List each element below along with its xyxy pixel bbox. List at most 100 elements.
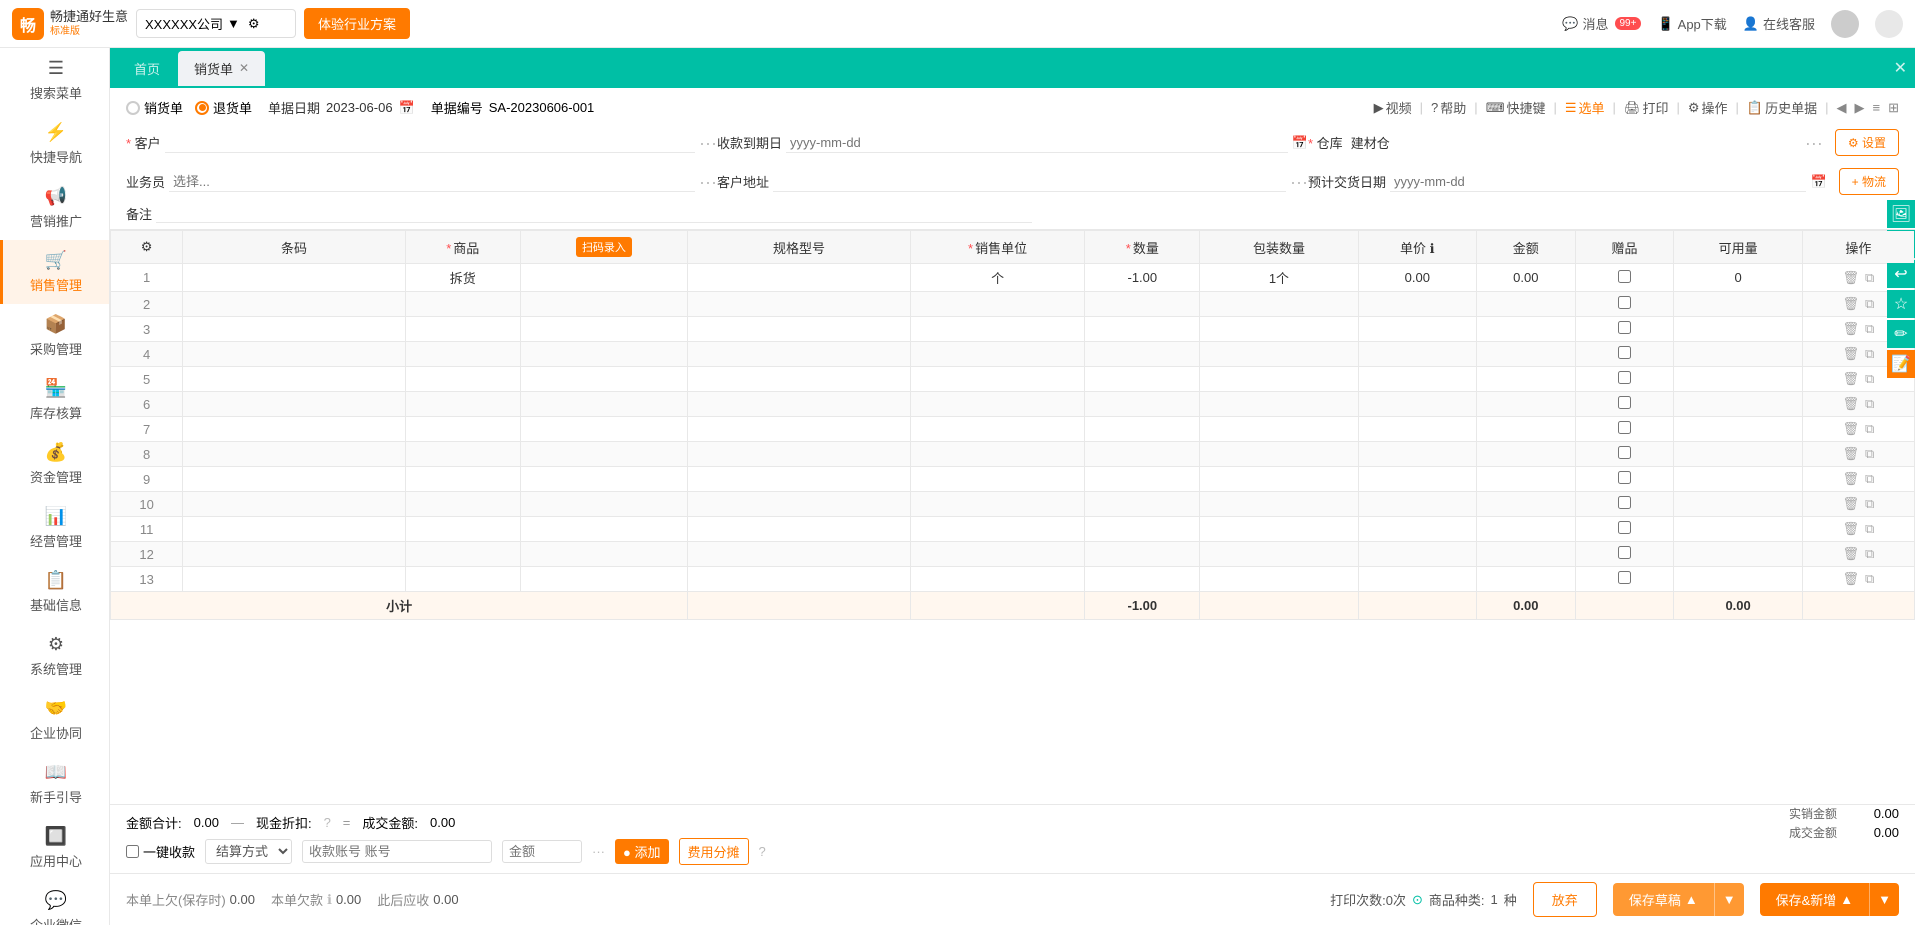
sidebar-item-quicknav[interactable]: ⚡ 快捷导航 bbox=[0, 112, 109, 176]
copy-icon-10[interactable]: ⧉ bbox=[1865, 521, 1874, 537]
copy-icon-9[interactable]: ⧉ bbox=[1865, 496, 1874, 512]
tab-close-icon[interactable]: ✕ bbox=[239, 61, 249, 75]
app-download-button[interactable]: 📱 App下载 bbox=[1657, 14, 1726, 33]
delete-icon-12[interactable]: 🗑 bbox=[1843, 571, 1860, 587]
delete-icon-3[interactable]: 🗑 bbox=[1843, 346, 1860, 362]
company-selector[interactable]: XXXXXX公司 ▼ ⚙ bbox=[136, 9, 296, 38]
cell-gift-5[interactable] bbox=[1575, 392, 1674, 417]
save-new-button[interactable]: 保存&新增 ▲ bbox=[1760, 883, 1870, 916]
cell-barcode-3[interactable] bbox=[183, 342, 406, 367]
cell-barcode-2[interactable] bbox=[183, 317, 406, 342]
cell-barcode-8[interactable] bbox=[183, 467, 406, 492]
expense-split-button[interactable]: 费用分摊 bbox=[679, 838, 749, 865]
radio-sales-order[interactable]: 销货单 bbox=[126, 98, 183, 117]
cell-spec-3[interactable] bbox=[688, 342, 911, 367]
addr-dots-btn[interactable]: ··· bbox=[1290, 173, 1308, 191]
online-service-button[interactable]: 👤 在线客服 bbox=[1743, 14, 1815, 33]
cell-gift-8[interactable] bbox=[1575, 467, 1674, 492]
copy-icon-1[interactable]: ⧉ bbox=[1865, 296, 1874, 312]
float-item-6[interactable]: 📝 bbox=[1887, 350, 1915, 378]
one-click-checkbox[interactable] bbox=[126, 845, 139, 858]
delete-icon-7[interactable]: 🗑 bbox=[1843, 446, 1860, 462]
cell-barcode-7[interactable] bbox=[183, 442, 406, 467]
cell-spec-8[interactable] bbox=[688, 467, 911, 492]
history-btn[interactable]: 📋 历史单据 bbox=[1747, 98, 1817, 117]
customer-input[interactable] bbox=[165, 133, 695, 153]
print-btn[interactable]: 🖨 打印 bbox=[1624, 98, 1669, 117]
cell-barcode-1[interactable] bbox=[183, 292, 406, 317]
cell-gift-9[interactable] bbox=[1575, 492, 1674, 517]
save-draft-button[interactable]: 保存草稿 ▲ bbox=[1613, 883, 1714, 916]
float-item-5[interactable]: ✏ bbox=[1887, 320, 1915, 348]
amount-input[interactable] bbox=[502, 840, 582, 863]
sidebar-item-sales[interactable]: 🛒 销售管理 bbox=[0, 240, 109, 304]
radio-return-order[interactable]: 退货单 bbox=[195, 98, 252, 117]
cell-gift-7[interactable] bbox=[1575, 442, 1674, 467]
sidebar-item-operations[interactable]: 📊 经营管理 bbox=[0, 496, 109, 560]
customer-dots-btn[interactable]: ··· bbox=[699, 134, 717, 152]
sidebar-item-marketing[interactable]: 📢 营销推广 bbox=[0, 176, 109, 240]
avatar[interactable] bbox=[1831, 10, 1859, 38]
copy-icon-6[interactable]: ⧉ bbox=[1865, 421, 1874, 437]
sidebar-item-enterprise[interactable]: 🤝 企业协同 bbox=[0, 688, 109, 752]
cell-gift-11[interactable] bbox=[1575, 542, 1674, 567]
cell-gift-2[interactable] bbox=[1575, 317, 1674, 342]
select-order-btn[interactable]: ☰ 选单 bbox=[1565, 98, 1605, 117]
cell-barcode-5[interactable] bbox=[183, 392, 406, 417]
calc-method-select[interactable]: 结算方式 bbox=[205, 839, 292, 864]
salesman-input[interactable] bbox=[169, 172, 695, 192]
save-new-dropdown[interactable]: ▼ bbox=[1869, 883, 1899, 916]
cell-gift-12[interactable] bbox=[1575, 567, 1674, 592]
cell-gift-1[interactable] bbox=[1575, 292, 1674, 317]
customer-addr-input[interactable] bbox=[773, 172, 1286, 192]
grid-view-icon[interactable]: ⊞ bbox=[1888, 100, 1899, 116]
copy-icon-5[interactable]: ⧉ bbox=[1865, 396, 1874, 412]
sidebar-item-basic-info[interactable]: 📋 基础信息 bbox=[0, 560, 109, 624]
cell-barcode-10[interactable] bbox=[183, 517, 406, 542]
save-draft-dropdown[interactable]: ▼ bbox=[1714, 883, 1744, 916]
tab-home[interactable]: 首页 bbox=[118, 51, 176, 86]
col-settings[interactable]: ⚙ bbox=[111, 231, 183, 264]
copy-icon-2[interactable]: ⧉ bbox=[1865, 321, 1874, 337]
salesman-dots-btn[interactable]: ··· bbox=[699, 173, 717, 191]
copy-icon-11[interactable]: ⧉ bbox=[1865, 546, 1874, 562]
remark-input[interactable] bbox=[156, 203, 1031, 223]
expense-help-icon[interactable]: ? bbox=[759, 844, 766, 859]
cell-barcode-12[interactable] bbox=[183, 567, 406, 592]
cell-spec-9[interactable] bbox=[688, 492, 911, 517]
product-type-radio[interactable]: ⊙ bbox=[1412, 892, 1423, 908]
float-item-1[interactable]: 🖼 bbox=[1887, 200, 1915, 228]
account-input[interactable] bbox=[302, 840, 492, 863]
prev-icon[interactable]: ◀ bbox=[1837, 100, 1847, 116]
help-btn[interactable]: ? 帮助 bbox=[1431, 98, 1466, 117]
sidebar-item-wechat[interactable]: 💬 企业微信 bbox=[0, 880, 109, 925]
abandon-button[interactable]: 放弃 bbox=[1533, 882, 1597, 917]
delete-icon-11[interactable]: 🗑 bbox=[1843, 546, 1860, 562]
copy-icon-7[interactable]: ⧉ bbox=[1865, 446, 1874, 462]
col-scan[interactable]: 扫码录入 bbox=[520, 231, 688, 264]
logistics-button[interactable]: + 物流 bbox=[1839, 168, 1899, 195]
scan-button[interactable]: 扫码录入 bbox=[576, 237, 632, 257]
add-payment-button[interactable]: ● 添加 bbox=[615, 839, 668, 864]
calendar-icon[interactable]: 📅 bbox=[399, 100, 415, 116]
copy-icon-4[interactable]: ⧉ bbox=[1865, 371, 1874, 387]
copy-icon-8[interactable]: ⧉ bbox=[1865, 471, 1874, 487]
cell-spec-10[interactable] bbox=[688, 517, 911, 542]
cell-spec-2[interactable] bbox=[688, 317, 911, 342]
operations-btn[interactable]: ⚙ 操作 bbox=[1688, 98, 1728, 117]
payment-calendar-icon[interactable]: 📅 bbox=[1292, 135, 1308, 151]
payment-date-input[interactable] bbox=[786, 133, 1288, 153]
message-button[interactable]: 💬 消息 99+ bbox=[1562, 14, 1641, 33]
copy-icon-0[interactable]: ⧉ bbox=[1865, 270, 1874, 286]
cell-barcode-4[interactable] bbox=[183, 367, 406, 392]
delete-icon-4[interactable]: 🗑 bbox=[1843, 371, 1860, 387]
list-view-icon[interactable]: ≡ bbox=[1873, 100, 1881, 115]
delete-icon-10[interactable]: 🗑 bbox=[1843, 521, 1860, 537]
delete-icon-1[interactable]: 🗑 bbox=[1843, 296, 1860, 312]
cell-spec-1[interactable] bbox=[688, 292, 911, 317]
float-item-4[interactable]: ☆ bbox=[1887, 290, 1915, 318]
cell-barcode-11[interactable] bbox=[183, 542, 406, 567]
cell-gift-10[interactable] bbox=[1575, 517, 1674, 542]
cell-gift-0[interactable] bbox=[1575, 264, 1674, 292]
next-icon[interactable]: ▶ bbox=[1855, 100, 1865, 116]
